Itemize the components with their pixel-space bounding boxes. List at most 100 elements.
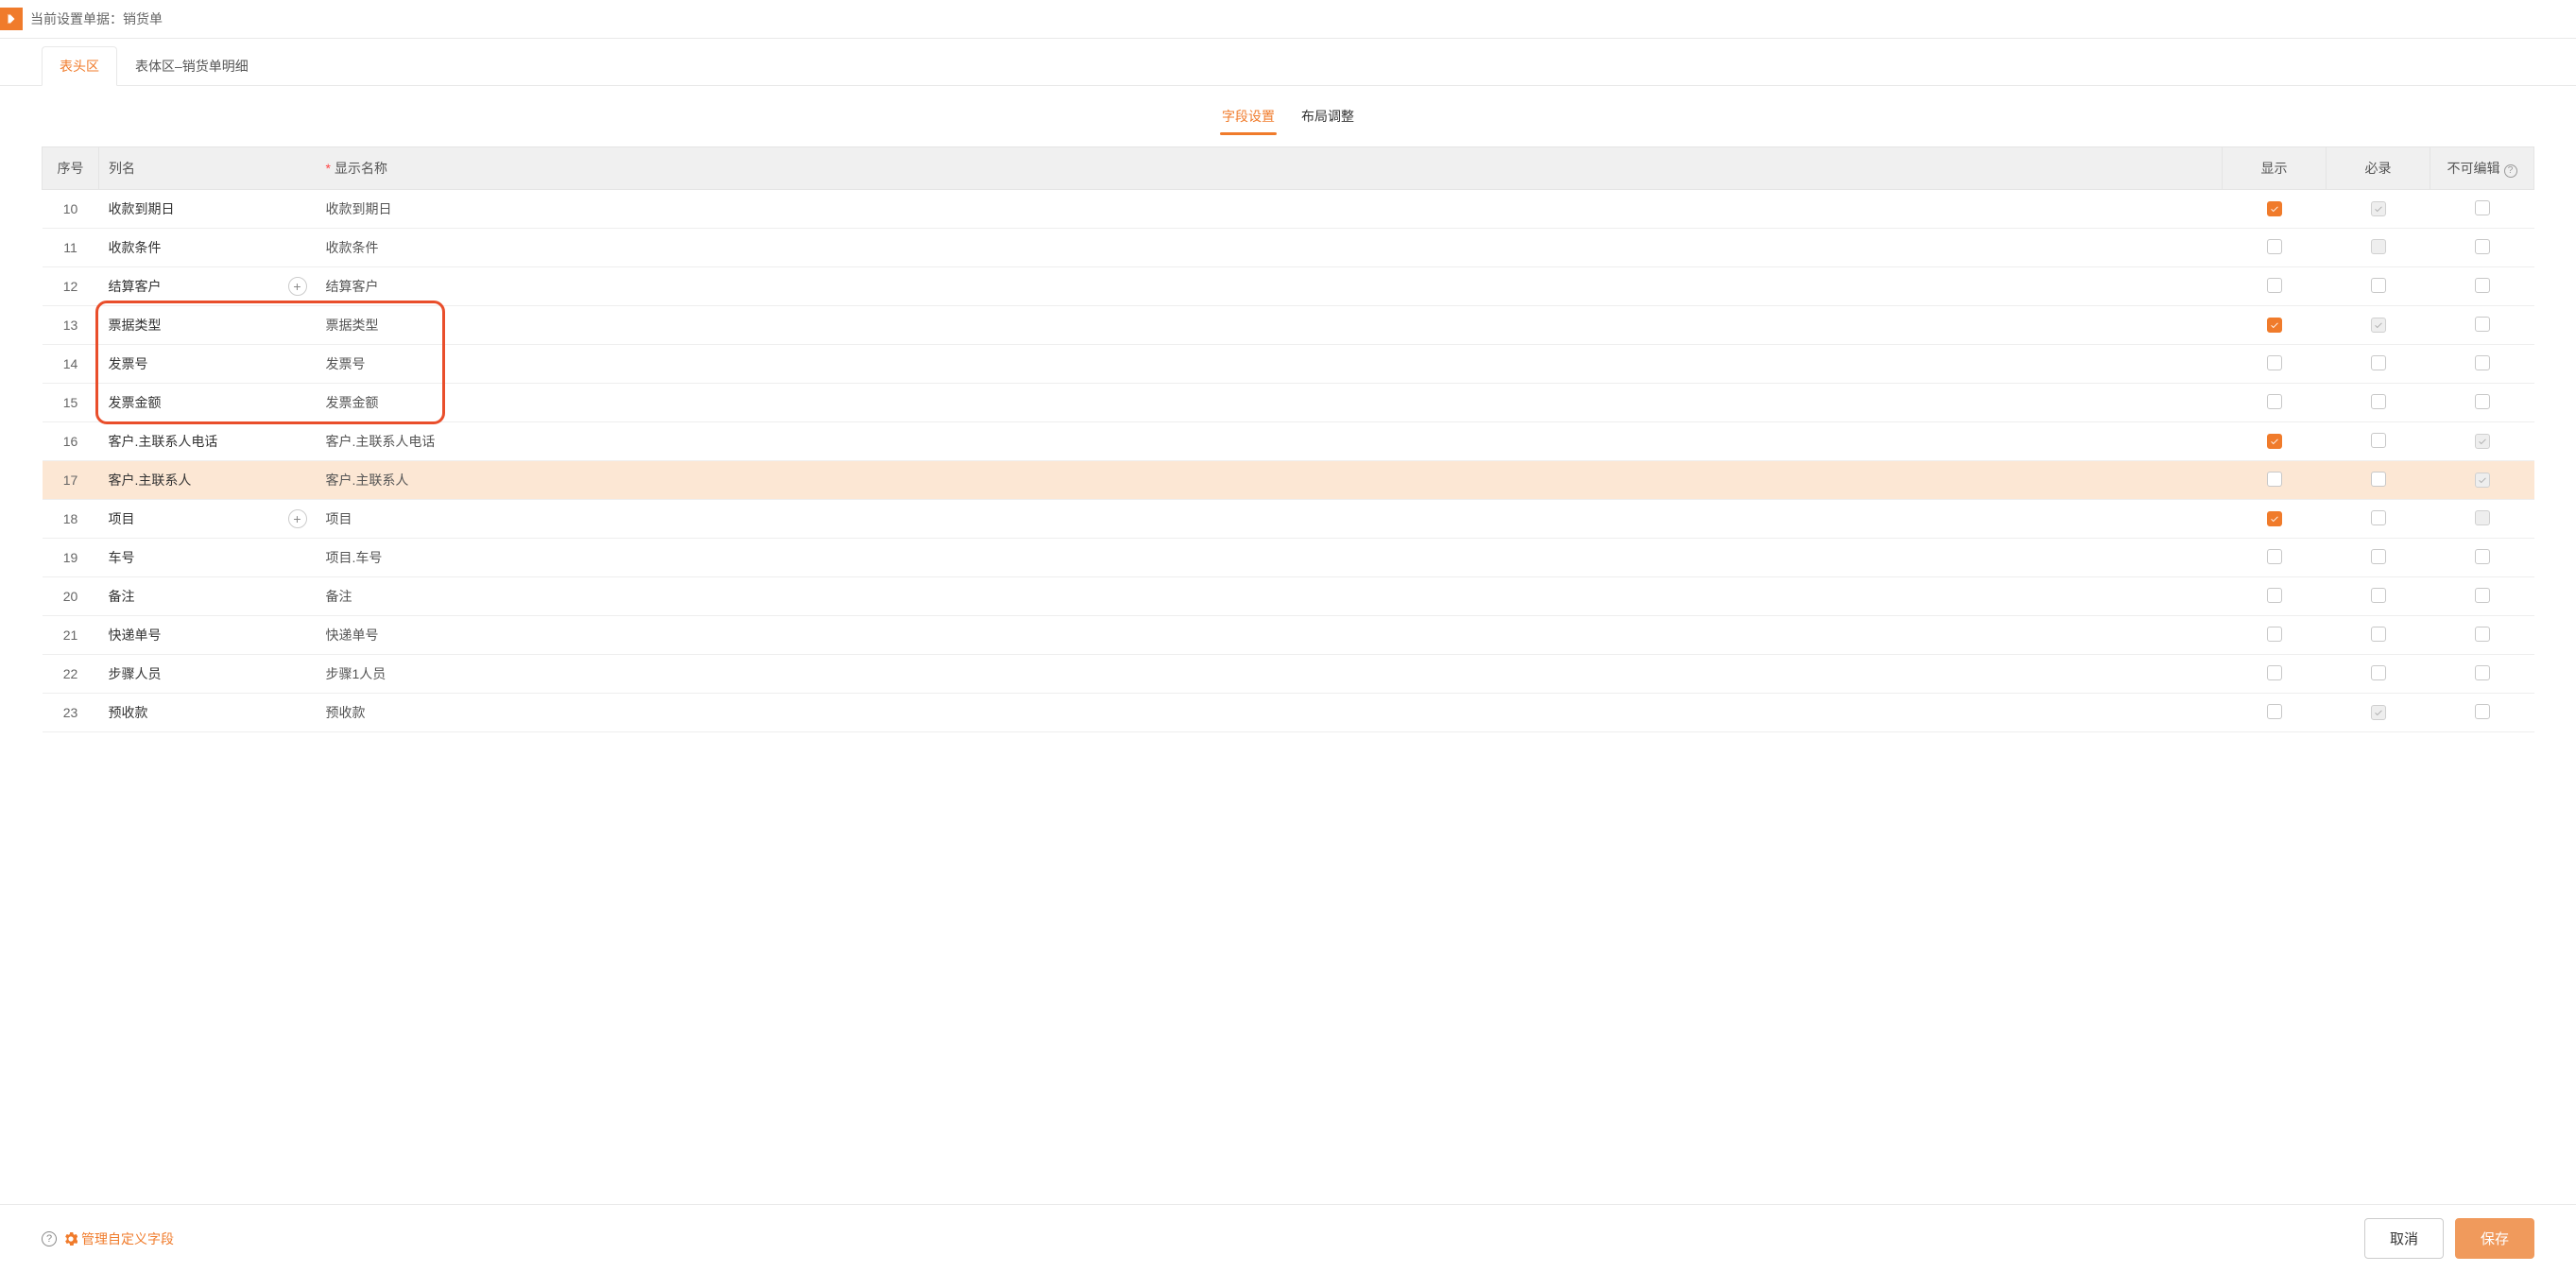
cell-display[interactable]: 备注 xyxy=(317,577,2223,616)
show-checkbox[interactable] xyxy=(2267,434,2282,449)
table-row[interactable]: 11收款条件收款条件 xyxy=(43,229,2534,267)
cell-required xyxy=(2327,616,2430,655)
cell-show xyxy=(2223,384,2327,422)
cell-display[interactable]: 项目.车号 xyxy=(317,539,2223,577)
add-button[interactable]: + xyxy=(288,509,307,528)
th-readonly: 不可编辑? xyxy=(2430,147,2534,190)
readonly-checkbox[interactable] xyxy=(2475,588,2490,603)
show-checkbox[interactable] xyxy=(2267,472,2282,487)
readonly-checkbox[interactable] xyxy=(2475,704,2490,719)
cell-colname: 快递单号 xyxy=(99,616,317,655)
cell-display[interactable]: 项目 xyxy=(317,500,2223,539)
readonly-checkbox[interactable] xyxy=(2475,239,2490,254)
required-checkbox[interactable] xyxy=(2371,627,2386,642)
table-row[interactable]: 10收款到期日收款到期日 xyxy=(43,190,2534,229)
required-checkbox xyxy=(2371,201,2386,216)
cell-display[interactable]: 发票号 xyxy=(317,345,2223,384)
required-checkbox[interactable] xyxy=(2371,472,2386,487)
readonly-checkbox[interactable] xyxy=(2475,627,2490,642)
add-button[interactable]: + xyxy=(288,277,307,296)
manage-custom-fields-link[interactable]: 管理自定义字段 xyxy=(64,1229,174,1248)
required-checkbox[interactable] xyxy=(2371,355,2386,370)
th-required: 必录 xyxy=(2327,147,2430,190)
save-button[interactable]: 保存 xyxy=(2455,1218,2534,1259)
show-checkbox[interactable] xyxy=(2267,239,2282,254)
show-checkbox[interactable] xyxy=(2267,549,2282,564)
table-row[interactable]: 20备注备注 xyxy=(43,577,2534,616)
show-checkbox[interactable] xyxy=(2267,394,2282,409)
cell-display[interactable]: 收款条件 xyxy=(317,229,2223,267)
help-icon[interactable]: ? xyxy=(42,1231,57,1246)
show-checkbox[interactable] xyxy=(2267,511,2282,526)
readonly-checkbox xyxy=(2475,473,2490,488)
readonly-checkbox xyxy=(2475,434,2490,449)
tab[interactable]: 表体区–销货单明细 xyxy=(117,46,266,86)
table-row[interactable]: 16客户.主联系人电话客户.主联系人电话 xyxy=(43,422,2534,461)
cell-seq: 14 xyxy=(43,345,99,384)
cell-readonly xyxy=(2430,461,2534,500)
cell-display[interactable]: 快递单号 xyxy=(317,616,2223,655)
required-checkbox[interactable] xyxy=(2371,394,2386,409)
cell-display[interactable]: 客户.主联系人电话 xyxy=(317,422,2223,461)
cell-colname: 步骤人员 xyxy=(99,655,317,694)
table-row[interactable]: 12结算客户+结算客户 xyxy=(43,267,2534,306)
required-checkbox[interactable] xyxy=(2371,433,2386,448)
cell-seq: 16 xyxy=(43,422,99,461)
cell-display[interactable]: 预收款 xyxy=(317,694,2223,732)
table-row[interactable]: 23预收款预收款 xyxy=(43,694,2534,732)
cell-display[interactable]: 发票金额 xyxy=(317,384,2223,422)
cell-show xyxy=(2223,461,2327,500)
show-checkbox[interactable] xyxy=(2267,627,2282,642)
cell-required xyxy=(2327,655,2430,694)
header-title: 当前设置单据：销货单 xyxy=(30,9,163,28)
collapse-toggle[interactable] xyxy=(0,8,23,30)
show-checkbox[interactable] xyxy=(2267,318,2282,333)
required-checkbox[interactable] xyxy=(2371,510,2386,525)
table-row[interactable]: 22步骤人员步骤1人员 xyxy=(43,655,2534,694)
cell-required xyxy=(2327,190,2430,229)
cell-show xyxy=(2223,694,2327,732)
readonly-checkbox[interactable] xyxy=(2475,355,2490,370)
cell-display[interactable]: 客户.主联系人 xyxy=(317,461,2223,500)
readonly-checkbox[interactable] xyxy=(2475,549,2490,564)
help-icon[interactable]: ? xyxy=(2504,164,2517,178)
cell-display[interactable]: 收款到期日 xyxy=(317,190,2223,229)
table-row[interactable]: 18项目+项目 xyxy=(43,500,2534,539)
show-checkbox[interactable] xyxy=(2267,201,2282,216)
show-checkbox[interactable] xyxy=(2267,355,2282,370)
table-row[interactable]: 21快递单号快递单号 xyxy=(43,616,2534,655)
th-display: *显示名称 xyxy=(317,147,2223,190)
cell-colname: 预收款 xyxy=(99,694,317,732)
cell-seq: 17 xyxy=(43,461,99,500)
readonly-checkbox[interactable] xyxy=(2475,278,2490,293)
tab[interactable]: 表头区 xyxy=(42,46,117,86)
table-row[interactable]: 14发票号发票号 xyxy=(43,345,2534,384)
table-row[interactable]: 19车号项目.车号 xyxy=(43,539,2534,577)
sub-tab[interactable]: 字段设置 xyxy=(1220,103,1277,135)
table-row[interactable]: 17客户.主联系人客户.主联系人 xyxy=(43,461,2534,500)
cell-readonly xyxy=(2430,694,2534,732)
sub-tab[interactable]: 布局调整 xyxy=(1299,103,1356,135)
readonly-checkbox[interactable] xyxy=(2475,200,2490,215)
sub-tabs: 字段设置布局调整 xyxy=(0,103,2576,135)
table-row[interactable]: 13票据类型票据类型 xyxy=(43,306,2534,345)
readonly-checkbox[interactable] xyxy=(2475,394,2490,409)
show-checkbox[interactable] xyxy=(2267,665,2282,680)
readonly-checkbox[interactable] xyxy=(2475,317,2490,332)
cell-display[interactable]: 票据类型 xyxy=(317,306,2223,345)
table-row[interactable]: 15发票金额发票金额 xyxy=(43,384,2534,422)
cell-colname: 票据类型 xyxy=(99,306,317,345)
cell-readonly xyxy=(2430,229,2534,267)
required-checkbox[interactable] xyxy=(2371,549,2386,564)
show-checkbox[interactable] xyxy=(2267,588,2282,603)
cell-display[interactable]: 结算客户 xyxy=(317,267,2223,306)
required-checkbox[interactable] xyxy=(2371,278,2386,293)
cell-display[interactable]: 步骤1人员 xyxy=(317,655,2223,694)
cancel-button[interactable]: 取消 xyxy=(2364,1218,2444,1259)
required-checkbox[interactable] xyxy=(2371,665,2386,680)
readonly-checkbox[interactable] xyxy=(2475,665,2490,680)
show-checkbox[interactable] xyxy=(2267,704,2282,719)
required-checkbox[interactable] xyxy=(2371,588,2386,603)
cell-colname: 发票号 xyxy=(99,345,317,384)
show-checkbox[interactable] xyxy=(2267,278,2282,293)
